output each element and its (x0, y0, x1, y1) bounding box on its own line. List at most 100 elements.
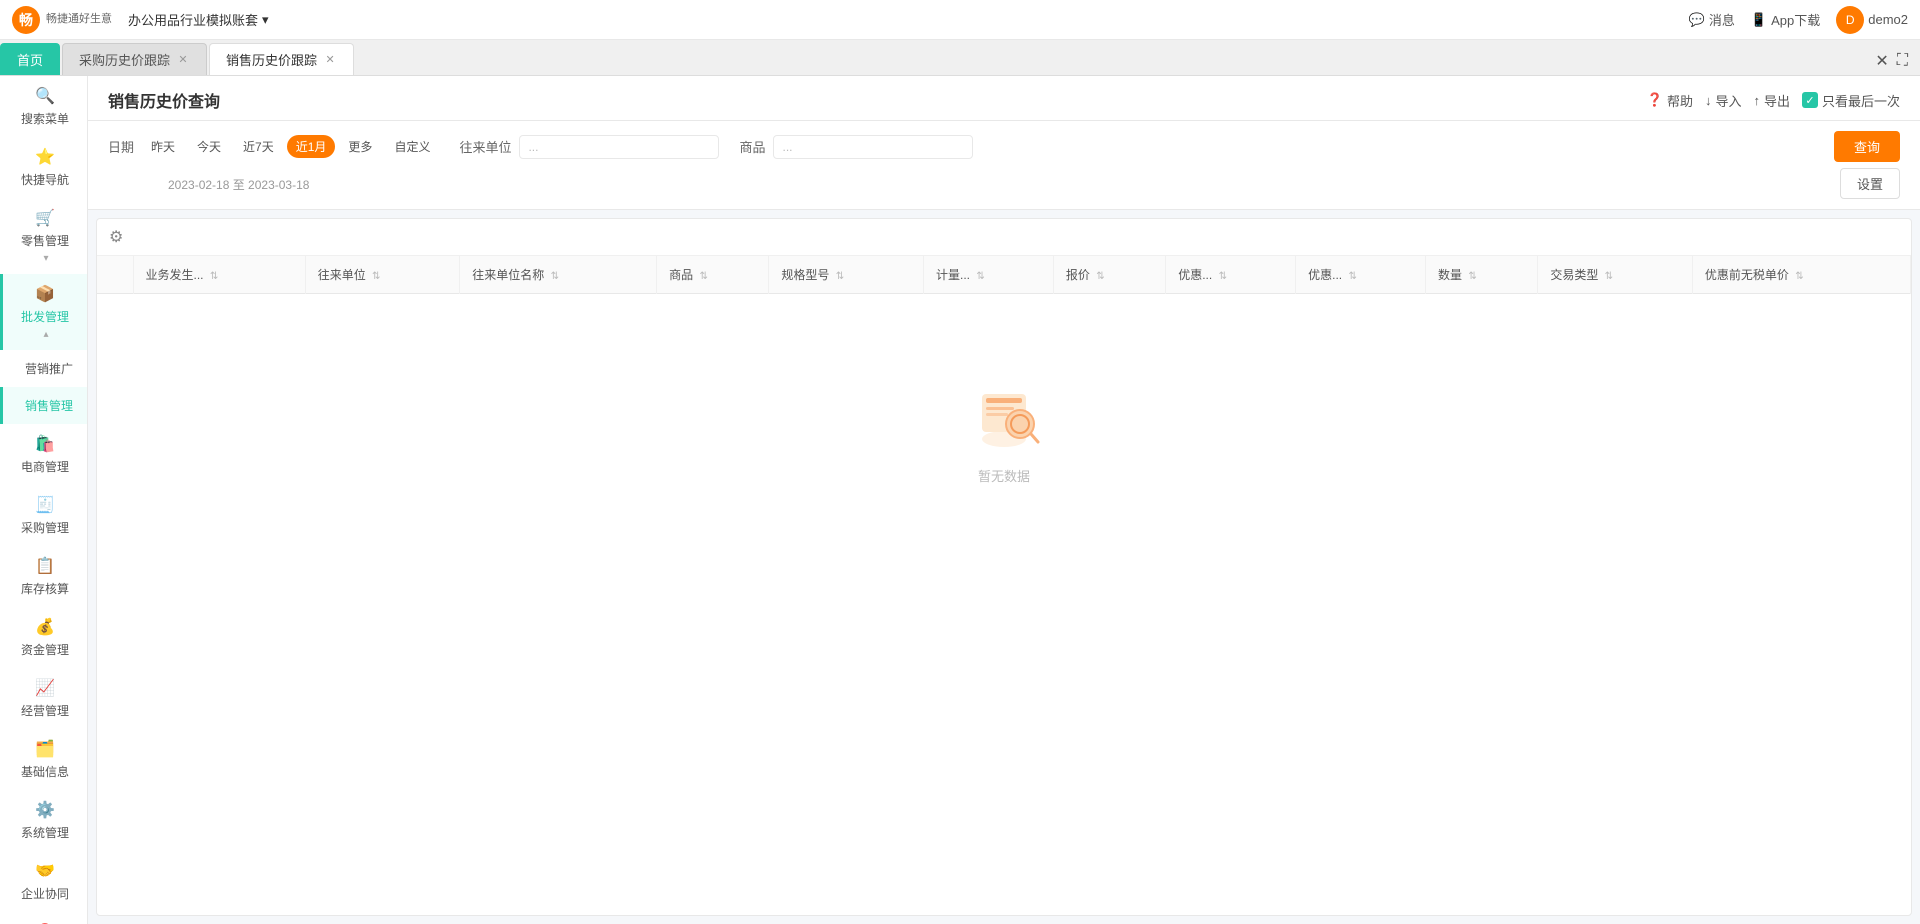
import-btn[interactable]: ↓ 导入 (1705, 91, 1742, 110)
product-filter-input[interactable]: ... (773, 135, 973, 159)
col-trade-type[interactable]: 交易类型 ⇅ (1538, 256, 1693, 294)
sidebar-item-basics[interactable]: 🗂️ 基础信息 (0, 729, 87, 790)
sort-quote: ⇅ (1096, 271, 1104, 282)
sidebar-item-operations-label: 经营管理 (21, 702, 69, 719)
user-avatar-btn[interactable]: D demo2 (1836, 6, 1908, 34)
sidebar-item-wholesale[interactable]: 📦 批发管理 ▴ (0, 274, 87, 350)
query-btn[interactable]: 查询 (1834, 131, 1900, 162)
sidebar-item-marketing-label: 营销推广 (25, 360, 73, 377)
wholesale-icon: 📦 (35, 284, 55, 304)
inventory-icon: 📋 (35, 556, 55, 576)
tab-sales-history[interactable]: 销售历史价跟踪 ✕ (209, 43, 354, 75)
fullscreen-btn[interactable]: ⛶ (1897, 52, 1908, 70)
table-area: ⚙ 业务发生... ⇅ 往来单位 ⇅ (96, 218, 1912, 916)
product-filter-label: 商品 (739, 137, 765, 156)
sort-pre-tax-price: ⇅ (1795, 271, 1803, 282)
source-filter-input[interactable]: ... (519, 135, 719, 159)
sidebar-item-ecommerce[interactable]: 🛍️ 电商管理 (0, 424, 87, 485)
col-partner-code[interactable]: 往来单位 ⇅ (305, 256, 460, 294)
col-pre-tax-price[interactable]: 优惠前无税单价 ⇅ (1692, 256, 1910, 294)
date-btn-custom[interactable]: 自定义 (385, 135, 439, 158)
col-partner-name[interactable]: 往来单位名称 ⇅ (460, 256, 657, 294)
export-btn[interactable]: ↑ 导出 (1753, 91, 1790, 110)
date-btn-7days[interactable]: 近7天 (234, 135, 283, 158)
source-filter-group: 往来单位 ... (459, 135, 719, 159)
date-btn-today[interactable]: 今天 (188, 135, 230, 158)
col-product[interactable]: 商品 ⇅ (657, 256, 769, 294)
app-name: 办公用品行业模拟账套 (128, 10, 258, 29)
help-btn[interactable]: ❓ 帮助 (1647, 91, 1693, 110)
col-quote[interactable]: 报价 ⇅ (1053, 256, 1165, 294)
table-settings-icon[interactable]: ⚙ (109, 227, 123, 247)
download-icon: 📱 (1751, 12, 1767, 28)
only-last-checkbox[interactable]: ✓ (1802, 92, 1818, 108)
data-table: 业务发生... ⇅ 往来单位 ⇅ 往来单位名称 ⇅ 商品 (97, 256, 1911, 294)
col-unit[interactable]: 计量... ⇅ (924, 256, 1054, 294)
sidebar-item-retail[interactable]: 🛒 零售管理 ▾ (0, 198, 87, 274)
product-filter-group: 商品 ... (739, 135, 973, 159)
sort-product: ⇅ (699, 271, 707, 282)
tab-sales-history-close[interactable]: ✕ (323, 53, 337, 67)
empty-text: 暂无数据 (978, 466, 1030, 485)
retail-expand-icon: ▾ (43, 253, 48, 264)
tab-purchase-history-close[interactable]: ✕ (176, 53, 190, 67)
retail-icon: 🛒 (35, 208, 55, 228)
sidebar-item-wholesale-label: 批发管理 (21, 308, 69, 325)
sidebar-item-system[interactable]: ⚙️ 系统管理 (0, 790, 87, 851)
avatar: D (1836, 6, 1864, 34)
source-filter-label: 往来单位 (459, 137, 511, 156)
col-discount-rate[interactable]: 优惠... ⇅ (1166, 256, 1296, 294)
date-btn-1month[interactable]: 近1月 (287, 135, 336, 158)
app-download-btn[interactable]: 📱 App下载 (1751, 10, 1820, 29)
tab-home-label: 首页 (17, 50, 43, 69)
sidebar-item-enterprise[interactable]: 🤝 企业协同 (0, 851, 87, 912)
logo-text: 畅捷通好生意 (46, 12, 112, 26)
sidebar-item-newbie[interactable]: 🎯 新手引导 (0, 912, 87, 924)
col-biz-date[interactable]: 业务发生... ⇅ (133, 256, 305, 294)
page-header-actions: ❓ 帮助 ↓ 导入 ↑ 导出 ✓ 只看最后一次 (1647, 91, 1900, 110)
shortcut-icon: ⭐ (35, 147, 55, 167)
content: 销售历史价查询 ❓ 帮助 ↓ 导入 ↑ 导出 ✓ 只看最后一次 (88, 76, 1920, 924)
sidebar-item-finance[interactable]: 💰 资金管理 (0, 607, 87, 668)
tab-purchase-history[interactable]: 采购历史价跟踪 ✕ (62, 43, 207, 75)
sidebar-item-inventory[interactable]: 📋 库存核算 (0, 546, 87, 607)
sidebar-item-sales-manage[interactable]: 销售管理 (0, 387, 87, 424)
col-quantity[interactable]: 数量 ⇅ (1426, 256, 1538, 294)
sidebar-item-shortcut[interactable]: ⭐ 快捷导航 (0, 137, 87, 198)
app-selector[interactable]: 办公用品行业模拟账套 ▾ (120, 6, 277, 33)
tab-purchase-history-label: 采购历史价跟踪 (79, 50, 170, 69)
col-spec[interactable]: 规格型号 ⇅ (769, 256, 924, 294)
date-filter-label: 日期 (108, 137, 134, 156)
sort-partner-name: ⇅ (551, 271, 559, 282)
search-icon: 🔍 (35, 86, 55, 106)
message-btn[interactable]: 💬 消息 (1689, 10, 1735, 29)
sidebar: 🔍 搜索菜单 ⭐ 快捷导航 🛒 零售管理 ▾ 📦 批发管理 ▴ 营销推广 销售管… (0, 76, 88, 924)
filter-buttons: 查询 (1834, 131, 1900, 162)
only-last-checkbox-wrapper[interactable]: ✓ 只看最后一次 (1802, 91, 1900, 110)
col-discount-amount[interactable]: 优惠... ⇅ (1296, 256, 1426, 294)
sidebar-item-basics-label: 基础信息 (21, 763, 69, 780)
date-btn-yesterday[interactable]: 昨天 (142, 135, 184, 158)
sidebar-item-purchase[interactable]: 🧾 采购管理 (0, 485, 87, 546)
sidebar-item-search[interactable]: 🔍 搜索菜单 (0, 76, 87, 137)
filter-area: 日期 昨天 今天 近7天 近1月 更多 自定义 往来单位 ... (88, 121, 1920, 210)
empty-state: 暂无数据 (97, 294, 1911, 565)
settings-btn[interactable]: 设置 (1840, 168, 1900, 199)
sort-quantity: ⇅ (1468, 271, 1476, 282)
ecommerce-icon: 🛍️ (35, 434, 55, 454)
date-buttons: 昨天 今天 近7天 近1月 更多 自定义 (142, 135, 439, 158)
close-all-btn[interactable]: ✕ (1875, 51, 1888, 71)
date-btn-more[interactable]: 更多 (339, 135, 381, 158)
sidebar-item-marketing[interactable]: 营销推广 (0, 350, 87, 387)
enterprise-icon: 🤝 (35, 861, 55, 881)
sidebar-item-operations[interactable]: 📈 经营管理 (0, 668, 87, 729)
import-icon: ↓ (1705, 93, 1712, 108)
logo-icon: 畅 (12, 6, 40, 34)
table-toolbar: ⚙ (97, 219, 1911, 256)
sort-spec: ⇅ (836, 271, 844, 282)
sidebar-item-retail-label: 零售管理 (21, 232, 69, 249)
col-settings[interactable] (97, 256, 133, 294)
sidebar-item-enterprise-label: 企业协同 (21, 885, 69, 902)
page-title: 销售历史价查询 (108, 88, 220, 112)
tab-home[interactable]: 首页 (0, 43, 60, 75)
